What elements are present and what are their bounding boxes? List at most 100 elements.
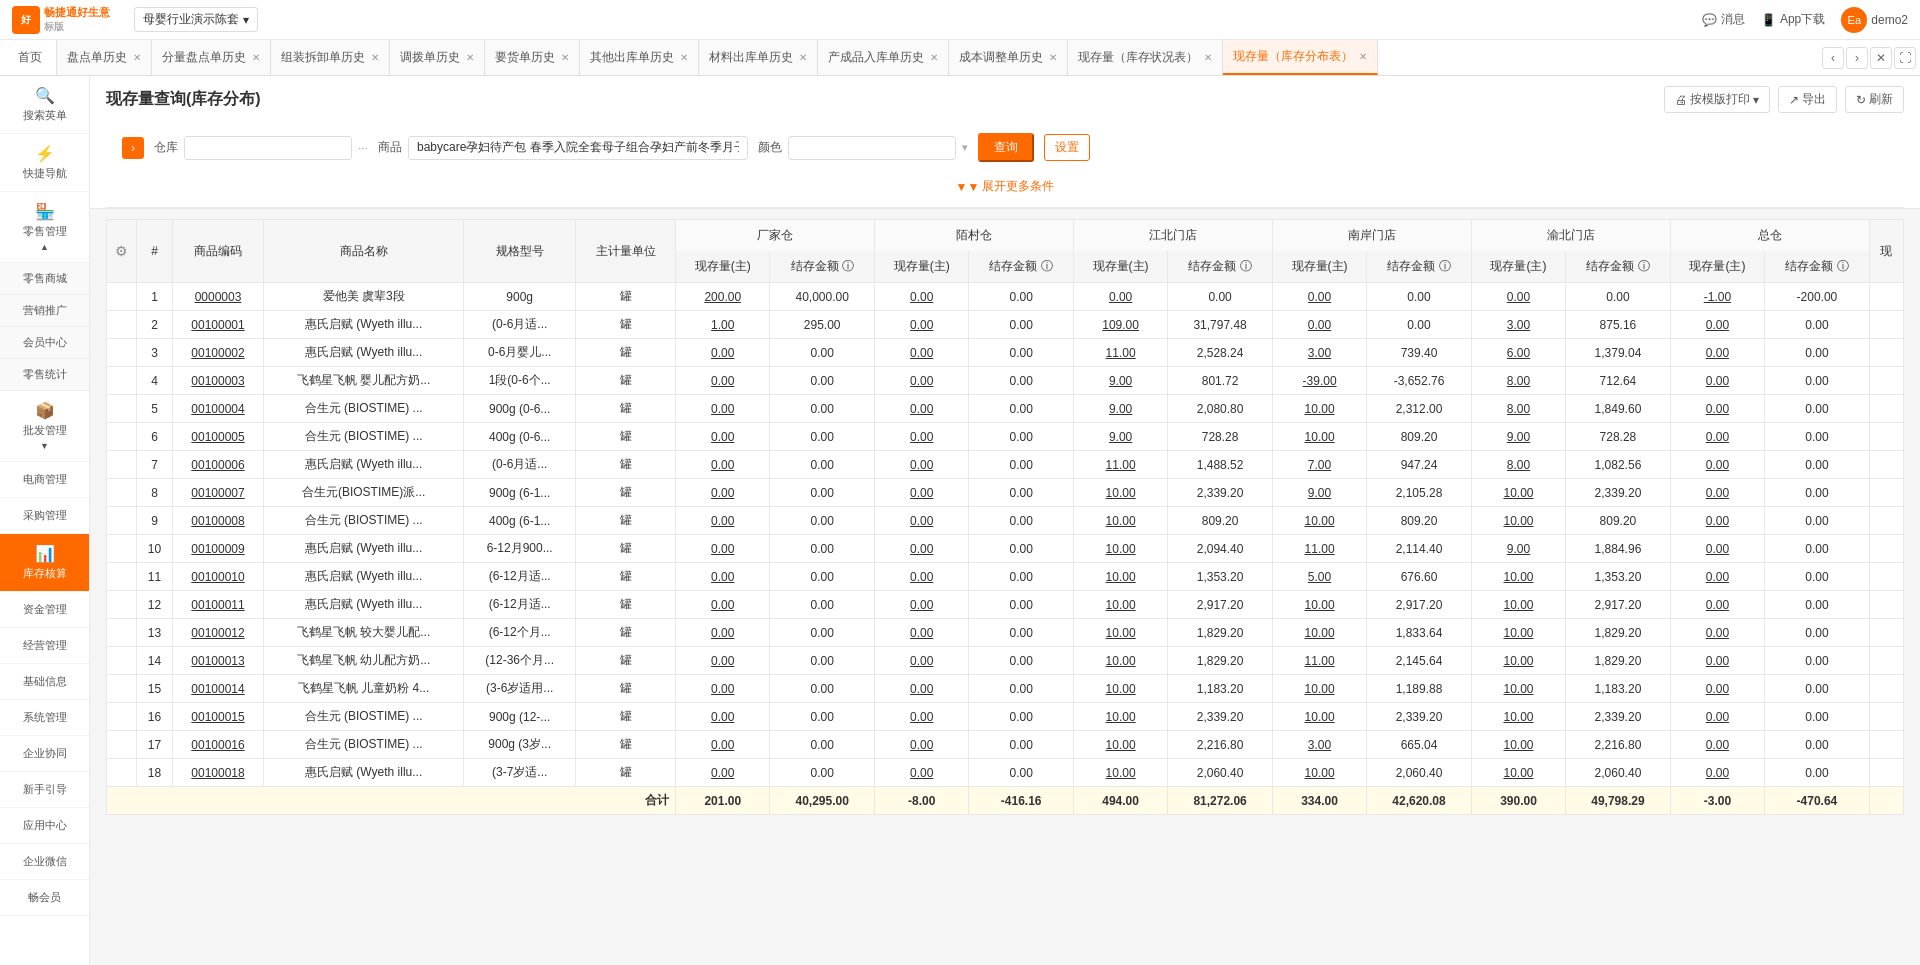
sidebar-item-search[interactable]: 🔍 搜索英单 bbox=[0, 76, 89, 134]
row-jiangbei-qty[interactable]: 10.00 bbox=[1073, 535, 1167, 563]
sidebar-subitem-members[interactable]: 会员中心 bbox=[0, 327, 89, 359]
row-yubei-qty[interactable]: 10.00 bbox=[1471, 479, 1565, 507]
row-zongc-qty[interactable]: 0.00 bbox=[1670, 591, 1764, 619]
sidebar-item-apps[interactable]: 应用中心 bbox=[0, 808, 89, 844]
row-changc-qty[interactable]: 0.00 bbox=[676, 367, 770, 395]
tab-close-icon[interactable]: ✕ bbox=[466, 52, 474, 63]
sidebar-item-wholesale[interactable]: 📦 批发管理 ▼ bbox=[0, 391, 89, 462]
sidebar-subitem-marketing[interactable]: 营销推广 bbox=[0, 295, 89, 327]
row-changc-qty[interactable]: 0.00 bbox=[676, 339, 770, 367]
row-code[interactable]: 00100007 bbox=[173, 479, 264, 507]
row-jiangbei-qty[interactable]: 11.00 bbox=[1073, 451, 1167, 479]
row-yubei-qty[interactable]: 8.00 bbox=[1471, 367, 1565, 395]
export-btn[interactable]: ↗ 导出 bbox=[1778, 86, 1837, 113]
tab-cost-adjust[interactable]: 成本调整单历史 ✕ bbox=[949, 40, 1068, 75]
sidebar-subitem-retail-stats[interactable]: 零售统计 bbox=[0, 359, 89, 391]
row-nanan-qty[interactable]: 3.00 bbox=[1272, 339, 1366, 367]
row-nanan-qty[interactable]: 10.00 bbox=[1272, 619, 1366, 647]
row-code[interactable]: 00100008 bbox=[173, 507, 264, 535]
sidebar-item-vip[interactable]: 畅会员 bbox=[0, 880, 89, 916]
row-nanan-qty[interactable]: 11.00 bbox=[1272, 647, 1366, 675]
row-nanan-qty[interactable]: 7.00 bbox=[1272, 451, 1366, 479]
row-changc-qty[interactable]: 1.00 bbox=[676, 311, 770, 339]
industry-dropdown[interactable]: 母婴行业演示陈套 ▾ bbox=[134, 7, 258, 32]
tab-home[interactable]: 首页 bbox=[4, 40, 57, 75]
row-code[interactable]: 00100009 bbox=[173, 535, 264, 563]
row-mucun-qty[interactable]: 0.00 bbox=[874, 367, 968, 395]
row-code[interactable]: 00100013 bbox=[173, 647, 264, 675]
row-yubei-qty[interactable]: 10.00 bbox=[1471, 619, 1565, 647]
row-code[interactable]: 00100011 bbox=[173, 591, 264, 619]
row-jiangbei-qty[interactable]: 10.00 bbox=[1073, 591, 1167, 619]
tab-transfer[interactable]: 调拨单历史 ✕ bbox=[390, 40, 485, 75]
row-mucun-qty[interactable]: 0.00 bbox=[874, 619, 968, 647]
row-zongc-qty[interactable]: 0.00 bbox=[1670, 563, 1764, 591]
row-yubei-qty[interactable]: 10.00 bbox=[1471, 759, 1565, 787]
row-nanan-qty[interactable]: 10.00 bbox=[1272, 423, 1366, 451]
tab-close-icon[interactable]: ✕ bbox=[1359, 51, 1367, 62]
tab-stock-status[interactable]: 现存量（库存状况表） ✕ bbox=[1068, 40, 1223, 75]
query-btn[interactable]: 查询 bbox=[978, 133, 1034, 162]
row-changc-qty[interactable]: 0.00 bbox=[676, 479, 770, 507]
row-changc-qty[interactable]: 0.00 bbox=[676, 507, 770, 535]
tab-production-in[interactable]: 产成品入库单历史 ✕ bbox=[818, 40, 949, 75]
row-mucun-qty[interactable]: 0.00 bbox=[874, 339, 968, 367]
row-changc-qty[interactable]: 0.00 bbox=[676, 731, 770, 759]
row-jiangbei-qty[interactable]: 10.00 bbox=[1073, 731, 1167, 759]
sidebar-item-ecommerce[interactable]: 电商管理 bbox=[0, 462, 89, 498]
tab-close-icon[interactable]: ✕ bbox=[930, 52, 938, 63]
row-nanan-qty[interactable]: -39.00 bbox=[1272, 367, 1366, 395]
row-zongc-qty[interactable]: 0.00 bbox=[1670, 703, 1764, 731]
row-yubei-qty[interactable]: 6.00 bbox=[1471, 339, 1565, 367]
row-zongc-qty[interactable]: 0.00 bbox=[1670, 507, 1764, 535]
sidebar-item-guide[interactable]: 新手引导 bbox=[0, 772, 89, 808]
row-jiangbei-qty[interactable]: 9.00 bbox=[1073, 395, 1167, 423]
row-jiangbei-qty[interactable]: 9.00 bbox=[1073, 367, 1167, 395]
row-jiangbei-qty[interactable]: 9.00 bbox=[1073, 423, 1167, 451]
row-zongc-qty[interactable]: 0.00 bbox=[1670, 479, 1764, 507]
sidebar-item-system[interactable]: 系统管理 bbox=[0, 700, 89, 736]
tab-close-icon[interactable]: ✕ bbox=[799, 52, 807, 63]
row-jiangbei-qty[interactable]: 10.00 bbox=[1073, 759, 1167, 787]
row-nanan-qty[interactable]: 0.00 bbox=[1272, 311, 1366, 339]
tab-stock-dist[interactable]: 现存量（库存分布表） ✕ bbox=[1223, 40, 1378, 75]
sidebar-item-finance[interactable]: 资金管理 bbox=[0, 592, 89, 628]
row-yubei-qty[interactable]: 0.00 bbox=[1471, 283, 1565, 311]
row-mucun-qty[interactable]: 0.00 bbox=[874, 675, 968, 703]
row-code[interactable]: 00100010 bbox=[173, 563, 264, 591]
sidebar-item-operations[interactable]: 经营管理 bbox=[0, 628, 89, 664]
row-jiangbei-qty[interactable]: 10.00 bbox=[1073, 619, 1167, 647]
tab-assembly[interactable]: 组装拆卸单历史 ✕ bbox=[271, 40, 390, 75]
row-nanan-qty[interactable]: 10.00 bbox=[1272, 703, 1366, 731]
print-btn[interactable]: 🖨 按模版打印 ▾ bbox=[1664, 86, 1770, 113]
app-download-btn[interactable]: 📱 App下载 bbox=[1761, 11, 1825, 28]
row-yubei-qty[interactable]: 9.00 bbox=[1471, 423, 1565, 451]
row-code[interactable]: 00100014 bbox=[173, 675, 264, 703]
tab-close-icon[interactable]: ✕ bbox=[1204, 52, 1212, 63]
user-area[interactable]: Ea demo2 bbox=[1841, 7, 1908, 33]
row-zongc-qty[interactable]: 0.00 bbox=[1670, 311, 1764, 339]
tab-order[interactable]: 要货单历史 ✕ bbox=[485, 40, 580, 75]
row-nanan-qty[interactable]: 5.00 bbox=[1272, 563, 1366, 591]
tab-close-icon[interactable]: ✕ bbox=[680, 52, 688, 63]
row-code[interactable]: 00100018 bbox=[173, 759, 264, 787]
row-changc-qty[interactable]: 200.00 bbox=[676, 283, 770, 311]
row-nanan-qty[interactable]: 11.00 bbox=[1272, 535, 1366, 563]
tab-close-icon[interactable]: ✕ bbox=[133, 52, 141, 63]
setting-btn[interactable]: 设置 bbox=[1044, 134, 1090, 161]
row-code[interactable]: 00100012 bbox=[173, 619, 264, 647]
tab-prev-btn[interactable]: ‹ bbox=[1822, 47, 1844, 69]
row-jiangbei-qty[interactable]: 10.00 bbox=[1073, 675, 1167, 703]
row-nanan-qty[interactable]: 9.00 bbox=[1272, 479, 1366, 507]
row-mucun-qty[interactable]: 0.00 bbox=[874, 535, 968, 563]
tab-material-out[interactable]: 材料出库单历史 ✕ bbox=[699, 40, 818, 75]
row-jiangbei-qty[interactable]: 109.00 bbox=[1073, 311, 1167, 339]
row-mucun-qty[interactable]: 0.00 bbox=[874, 479, 968, 507]
row-changc-qty[interactable]: 0.00 bbox=[676, 395, 770, 423]
row-yubei-qty[interactable]: 8.00 bbox=[1471, 395, 1565, 423]
row-zongc-qty[interactable]: 0.00 bbox=[1670, 535, 1764, 563]
row-jiangbei-qty[interactable]: 10.00 bbox=[1073, 479, 1167, 507]
row-jiangbei-qty[interactable]: 10.00 bbox=[1073, 703, 1167, 731]
warehouse-ellipsis[interactable]: ··· bbox=[358, 141, 368, 155]
row-mucun-qty[interactable]: 0.00 bbox=[874, 507, 968, 535]
